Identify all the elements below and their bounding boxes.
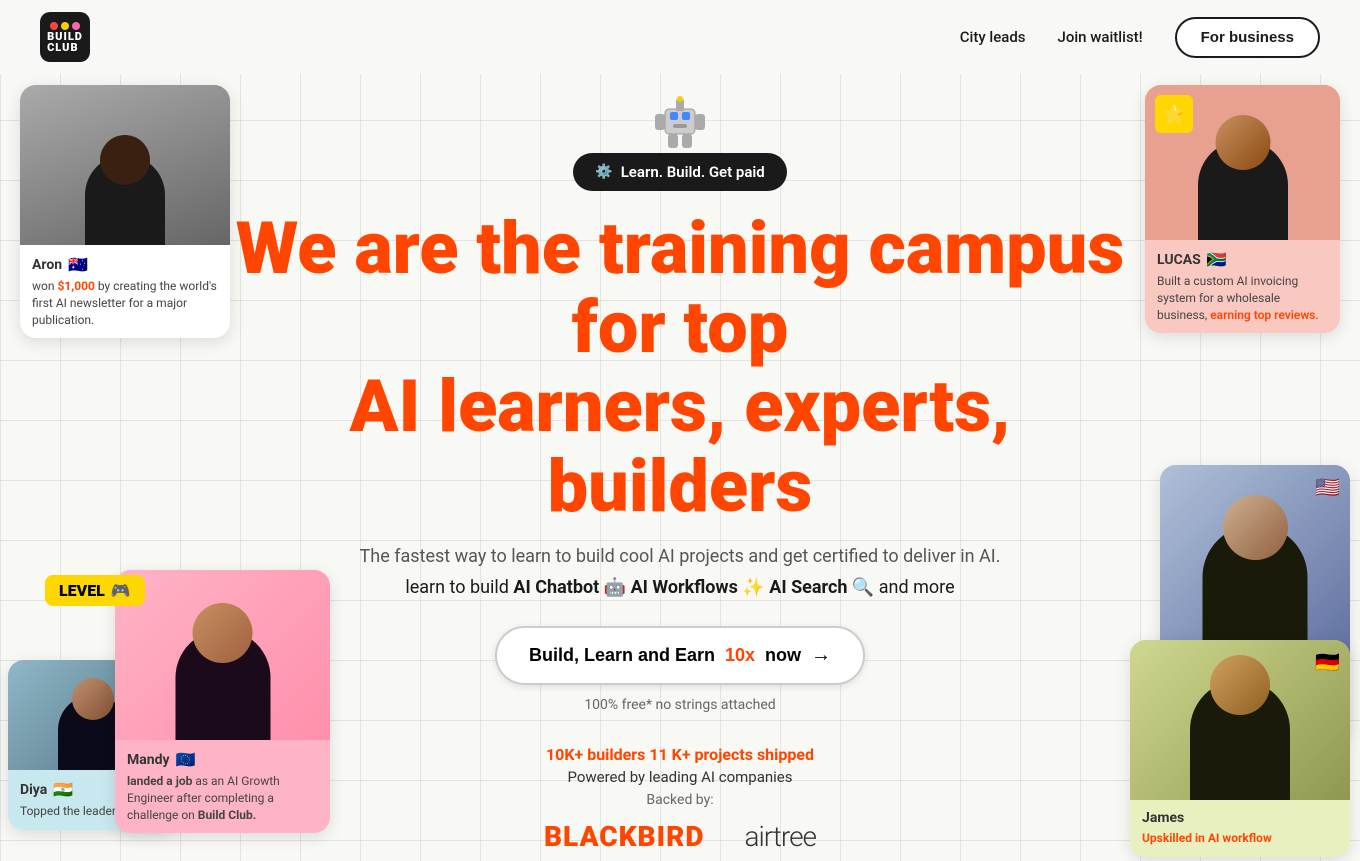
topic-workflows: AI Workflows ✨ <box>631 577 765 598</box>
card-michael-image: 🇺🇸 <box>1160 465 1350 665</box>
topics-prefix: learn to build <box>405 577 509 598</box>
logo-dot-red <box>50 22 58 30</box>
card-michael-flag: 🇺🇸 <box>1315 475 1340 499</box>
logo-text: BUILDCLUB <box>47 31 83 53</box>
powered-line: Powered by leading AI companies <box>544 768 816 786</box>
navbar: BUILDCLUB City leads Join waitlist! For … <box>0 0 1360 74</box>
nav-for-business-button[interactable]: For business <box>1175 17 1320 58</box>
cta-note: 100% free* no strings attached <box>584 697 775 713</box>
hero-topics: learn to build AI Chatbot 🤖 AI Workflows… <box>405 577 954 598</box>
level-badge: LEVEL 🎮 <box>45 575 145 606</box>
card-james-name: James <box>1142 810 1338 826</box>
card-aron-flag: 🇦🇺 <box>68 255 88 274</box>
backed-line: Backed by: <box>544 792 816 808</box>
card-james-desc: Upskilled in AI workflow <box>1142 830 1338 847</box>
card-mandy-body: Mandy 🇪🇺 landed a job as an AI Growth En… <box>115 740 330 833</box>
card-mandy-image <box>115 570 330 740</box>
nav-join-waitlist[interactable]: Join waitlist! <box>1058 28 1143 46</box>
badge-icon: ⚙️ <box>595 164 612 180</box>
card-james-body: James Upskilled in AI workflow <box>1130 800 1350 857</box>
card-lucas-flag: 🇿🇦 <box>1207 250 1227 269</box>
hero-heading-line1: We are the training campus for top <box>236 206 1125 370</box>
card-james: 🇩🇪 James Upskilled in AI workflow <box>1130 640 1350 857</box>
logo-icon: BUILDCLUB <box>40 12 90 62</box>
card-mandy-desc: landed a job as an AI Growth Engineer af… <box>127 773 318 823</box>
hero-heading-line2: AI learners, experts, builders <box>350 364 1011 528</box>
badge-text: Learn. Build. Get paid <box>621 163 765 181</box>
cta-highlight: 10x <box>725 645 755 666</box>
cta-arrow: → <box>811 644 831 667</box>
card-lucas-image: ⭐ <box>1145 85 1340 240</box>
card-aron: Aron 🇦🇺 won $1,000 by creating the world… <box>20 85 230 338</box>
topic-chatbot: AI Chatbot 🤖 <box>513 577 626 598</box>
card-aron-desc: won $1,000 by creating the world's first… <box>32 278 218 328</box>
card-lucas-name: LUCAS 🇿🇦 <box>1157 250 1328 269</box>
partner-airtree: airtree <box>744 820 816 853</box>
star-badge: ⭐ <box>1155 95 1193 133</box>
logo-dot-pink <box>72 22 80 30</box>
partner-blackbird: BLACKBIRD <box>544 820 705 853</box>
stats-section: 10K+ builders 11 K+ projects shipped Pow… <box>544 745 816 853</box>
card-mandy-flag: 🇪🇺 <box>176 750 196 769</box>
card-lucas: ⭐ LUCAS 🇿🇦 Built a custom AI invoicing s… <box>1145 85 1340 333</box>
card-mandy: Mandy 🇪🇺 landed a job as an AI Growth En… <box>115 570 330 833</box>
robot-mascot <box>650 94 710 149</box>
cta-text-prefix: Build, Learn and Earn <box>529 645 715 666</box>
card-james-image: 🇩🇪 <box>1130 640 1350 800</box>
card-mandy-name: Mandy 🇪🇺 <box>127 750 318 769</box>
card-diya-flag: 🇮🇳 <box>53 780 73 799</box>
card-james-flag: 🇩🇪 <box>1315 650 1340 674</box>
card-aron-body: Aron 🇦🇺 won $1,000 by creating the world… <box>20 245 230 338</box>
topic-search: AI Search 🔍 <box>769 577 874 598</box>
card-aron-image <box>20 85 230 245</box>
card-lucas-body: LUCAS 🇿🇦 Built a custom AI invoicing sys… <box>1145 240 1340 333</box>
card-lucas-desc: Built a custom AI invoicing system for a… <box>1157 273 1328 323</box>
robot-svg <box>650 94 710 149</box>
logo[interactable]: BUILDCLUB <box>40 12 90 62</box>
hero-heading: We are the training campus for top AI le… <box>230 209 1130 526</box>
cta-button[interactable]: Build, Learn and Earn 10x now → <box>495 626 865 685</box>
partners-row: BLACKBIRD airtree <box>544 820 816 853</box>
stats-line: 10K+ builders 11 K+ projects shipped <box>544 745 816 764</box>
topics-suffix: and more <box>879 577 955 598</box>
hero-badge: ⚙️ Learn. Build. Get paid <box>573 153 786 191</box>
nav-links: City leads Join waitlist! For business <box>960 17 1320 58</box>
logo-dot-yellow <box>61 22 69 30</box>
cta-text-suffix: now <box>765 645 801 666</box>
hero-subtext: The fastest way to learn to build cool A… <box>360 546 1001 567</box>
nav-city-leads[interactable]: City leads <box>960 28 1026 46</box>
card-aron-name: Aron 🇦🇺 <box>32 255 218 274</box>
